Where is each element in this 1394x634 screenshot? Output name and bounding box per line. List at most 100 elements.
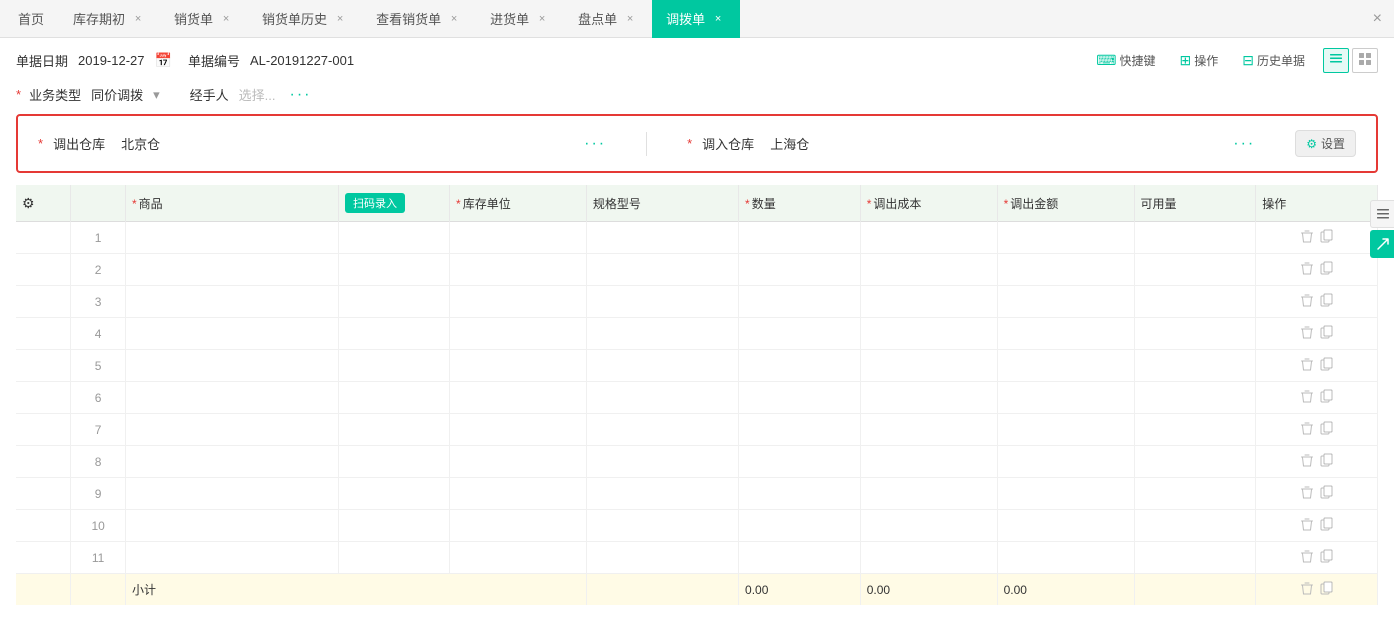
row-qty-7[interactable] xyxy=(739,414,861,446)
row-cost-3[interactable] xyxy=(860,286,997,318)
row-qty-1[interactable] xyxy=(739,222,861,254)
row-amount-11[interactable] xyxy=(997,542,1134,574)
row-qty-8[interactable] xyxy=(739,446,861,478)
row-product-1[interactable] xyxy=(126,222,339,254)
row-unit-1[interactable] xyxy=(450,222,587,254)
row-spec-2[interactable] xyxy=(586,254,738,286)
tab-sales-order[interactable]: 销货单 × xyxy=(160,0,248,38)
row-spec-3[interactable] xyxy=(586,286,738,318)
delete-icon-4[interactable] xyxy=(1300,325,1314,342)
row-qty-2[interactable] xyxy=(739,254,861,286)
row-product-2[interactable] xyxy=(126,254,339,286)
row-amount-9[interactable] xyxy=(997,478,1134,510)
tab-view-sales-close[interactable]: × xyxy=(447,12,461,26)
subtotal-delete-icon[interactable] xyxy=(1300,581,1314,598)
tab-inventory-check[interactable]: 盘点单 × xyxy=(564,0,652,38)
row-spec-7[interactable] xyxy=(586,414,738,446)
transfer-in-dots[interactable]: ··· xyxy=(1233,135,1255,153)
row-cost-6[interactable] xyxy=(860,382,997,414)
tab-purchase-close[interactable]: × xyxy=(535,12,549,26)
row-cost-1[interactable] xyxy=(860,222,997,254)
delete-icon-10[interactable] xyxy=(1300,517,1314,534)
row-unit-11[interactable] xyxy=(450,542,587,574)
business-type-arrow[interactable]: ▾ xyxy=(153,87,160,103)
tab-sales-history-close[interactable]: × xyxy=(333,12,347,26)
row-amount-10[interactable] xyxy=(997,510,1134,542)
calendar-icon[interactable]: 📅 xyxy=(155,52,172,69)
col-header-gear[interactable]: ⚙ xyxy=(16,185,71,222)
tab-sales-history[interactable]: 销货单历史 × xyxy=(248,0,362,38)
row-product-11[interactable] xyxy=(126,542,339,574)
delete-icon-9[interactable] xyxy=(1300,485,1314,502)
tab-inventory-check-close[interactable]: × xyxy=(623,12,637,26)
copy-icon-11[interactable] xyxy=(1320,549,1334,566)
history-button[interactable]: ⊟ 历史单据 xyxy=(1236,50,1311,71)
copy-icon-8[interactable] xyxy=(1320,453,1334,470)
row-amount-6[interactable] xyxy=(997,382,1134,414)
row-unit-7[interactable] xyxy=(450,414,587,446)
delete-icon-3[interactable] xyxy=(1300,293,1314,310)
transfer-out-dots[interactable]: ··· xyxy=(584,135,606,153)
copy-icon-5[interactable] xyxy=(1320,357,1334,374)
row-cost-5[interactable] xyxy=(860,350,997,382)
copy-icon-4[interactable] xyxy=(1320,325,1334,342)
row-spec-9[interactable] xyxy=(586,478,738,510)
row-amount-3[interactable] xyxy=(997,286,1134,318)
window-close-button[interactable]: × xyxy=(1369,6,1386,32)
row-qty-10[interactable] xyxy=(739,510,861,542)
row-cost-4[interactable] xyxy=(860,318,997,350)
row-product-4[interactable] xyxy=(126,318,339,350)
row-amount-2[interactable] xyxy=(997,254,1134,286)
row-amount-1[interactable] xyxy=(997,222,1134,254)
row-spec-6[interactable] xyxy=(586,382,738,414)
operations-button[interactable]: ⊞ 操作 xyxy=(1174,50,1225,71)
copy-icon-1[interactable] xyxy=(1320,229,1334,246)
row-spec-4[interactable] xyxy=(586,318,738,350)
row-spec-5[interactable] xyxy=(586,350,738,382)
tab-sales-order-close[interactable]: × xyxy=(219,12,233,26)
tab-transfer-close[interactable]: × xyxy=(711,12,725,26)
row-qty-11[interactable] xyxy=(739,542,861,574)
row-amount-4[interactable] xyxy=(997,318,1134,350)
row-spec-10[interactable] xyxy=(586,510,738,542)
tab-inventory-init[interactable]: 库存期初 × xyxy=(59,0,160,38)
copy-icon-10[interactable] xyxy=(1320,517,1334,534)
handler-value[interactable]: 选择... xyxy=(239,85,276,104)
row-product-10[interactable] xyxy=(126,510,339,542)
row-cost-7[interactable] xyxy=(860,414,997,446)
delete-icon-2[interactable] xyxy=(1300,261,1314,278)
sidebar-list-btn[interactable] xyxy=(1370,200,1394,228)
scan-button[interactable]: 扫码录入 xyxy=(345,193,405,213)
row-unit-6[interactable] xyxy=(450,382,587,414)
copy-icon-6[interactable] xyxy=(1320,389,1334,406)
row-product-9[interactable] xyxy=(126,478,339,510)
row-unit-10[interactable] xyxy=(450,510,587,542)
row-qty-9[interactable] xyxy=(739,478,861,510)
delete-icon-8[interactable] xyxy=(1300,453,1314,470)
row-product-6[interactable] xyxy=(126,382,339,414)
row-product-3[interactable] xyxy=(126,286,339,318)
row-unit-3[interactable] xyxy=(450,286,587,318)
copy-icon-9[interactable] xyxy=(1320,485,1334,502)
row-unit-8[interactable] xyxy=(450,446,587,478)
row-amount-8[interactable] xyxy=(997,446,1134,478)
tab-purchase-order[interactable]: 进货单 × xyxy=(476,0,564,38)
handler-more-dots[interactable]: ··· xyxy=(289,86,311,104)
row-unit-2[interactable] xyxy=(450,254,587,286)
row-product-7[interactable] xyxy=(126,414,339,446)
transfer-out-value[interactable]: 北京仓 xyxy=(121,134,160,153)
grid-view-btn[interactable] xyxy=(1352,48,1378,73)
row-qty-5[interactable] xyxy=(739,350,861,382)
shortcuts-button[interactable]: ⌨ 快捷键 xyxy=(1090,50,1161,71)
delete-icon-7[interactable] xyxy=(1300,421,1314,438)
row-spec-8[interactable] xyxy=(586,446,738,478)
row-cost-8[interactable] xyxy=(860,446,997,478)
row-cost-9[interactable] xyxy=(860,478,997,510)
row-cost-11[interactable] xyxy=(860,542,997,574)
settings-button[interactable]: ⚙ 设置 xyxy=(1295,130,1356,157)
row-cost-10[interactable] xyxy=(860,510,997,542)
copy-icon-2[interactable] xyxy=(1320,261,1334,278)
subtotal-copy-icon[interactable] xyxy=(1320,581,1334,598)
row-spec-11[interactable] xyxy=(586,542,738,574)
row-unit-4[interactable] xyxy=(450,318,587,350)
